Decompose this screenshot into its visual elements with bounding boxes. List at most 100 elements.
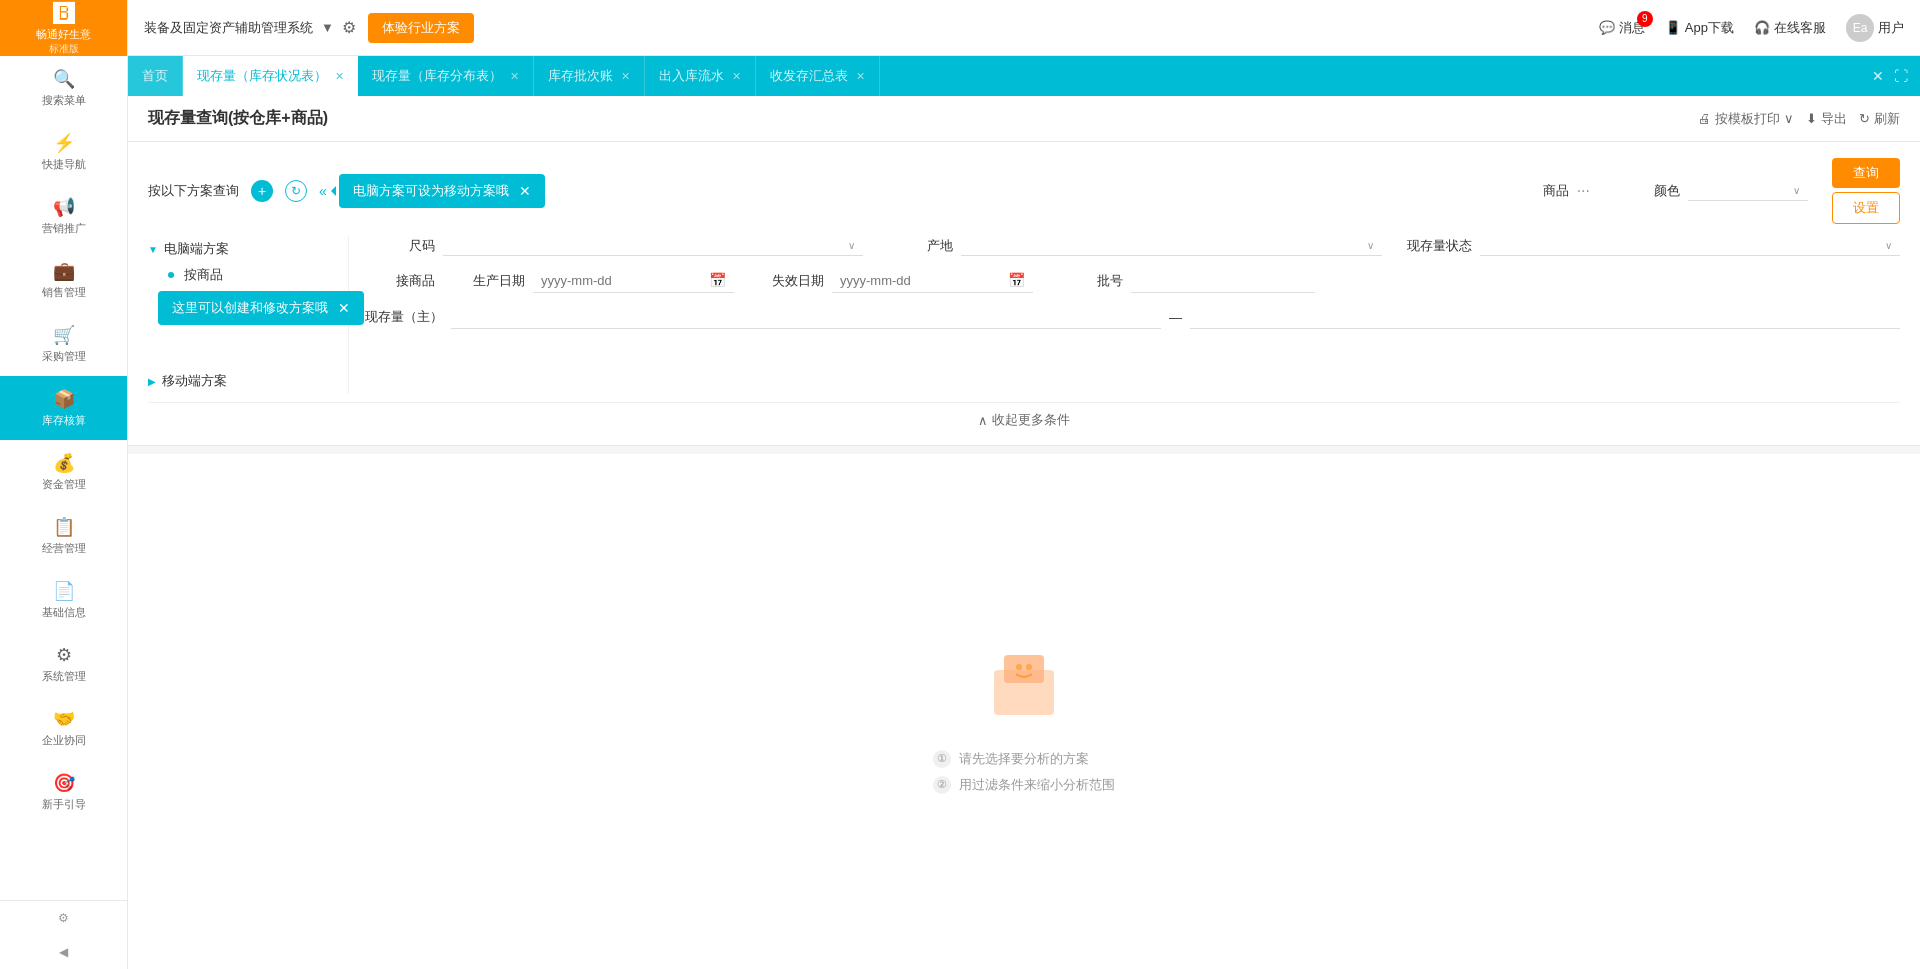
tab-close-icon[interactable]: ✕ <box>510 70 519 83</box>
marketing-icon: 📢 <box>53 196 75 218</box>
sidebar-settings[interactable]: ⚙ <box>0 901 127 935</box>
product-dots[interactable]: ··· <box>1577 182 1590 200</box>
stock-main-min-input[interactable] <box>451 305 1161 329</box>
tab-home[interactable]: 首页 <box>128 56 183 96</box>
calendar-icon[interactable]: 📅 <box>1008 272 1025 288</box>
filter-size: 尺码 ∨ <box>365 236 863 256</box>
filter-body: ▼ 电脑端方案 按商品 这里可以创建和修改方案哦 ✕ <box>148 236 1900 394</box>
expire-date-input[interactable] <box>840 273 1008 288</box>
empty-hint-2: ② 用过滤条件来缩小分析范围 <box>933 776 1115 794</box>
gear-icon[interactable]: ⚙ <box>342 18 356 37</box>
calendar-icon[interactable]: 📅 <box>709 272 726 288</box>
color-label: 颜色 <box>1610 182 1680 200</box>
sidebar-item-search[interactable]: 🔍 搜索菜单 <box>0 56 127 120</box>
scheme-node-pc[interactable]: ▼ 电脑端方案 <box>148 236 348 262</box>
tooltip-create-scheme: 这里可以创建和修改方案哦 ✕ <box>158 291 364 325</box>
tab-flow-label: 出入库流水 <box>659 67 724 85</box>
collapse-label: 收起更多条件 <box>992 411 1070 429</box>
sidebar-item-sales[interactable]: 💼 销售管理 <box>0 248 127 312</box>
message-icon: 💬 <box>1599 20 1615 35</box>
stock-status-select[interactable]: ∨ <box>1480 236 1900 256</box>
tab-batch[interactable]: 库存批次账 ✕ <box>534 56 645 96</box>
filter-label: 按以下方案查询 <box>148 182 239 200</box>
user-button[interactable]: Ea 用户 <box>1846 14 1904 42</box>
tab-close-icon[interactable]: ✕ <box>732 70 741 83</box>
print-icon: 🖨 <box>1698 111 1711 126</box>
tooltip2-close-button[interactable]: ✕ <box>338 300 350 316</box>
sidebar-item-guide[interactable]: 🎯 新手引导 <box>0 760 127 824</box>
svg-rect-1 <box>1004 655 1044 683</box>
batch-input[interactable] <box>1131 269 1315 293</box>
tab-summary[interactable]: 收发存汇总表 ✕ <box>756 56 880 96</box>
close-all-icon[interactable]: ✕ <box>1872 68 1884 84</box>
sidebar-item-inventory[interactable]: 📦 库存核算 <box>0 376 127 440</box>
expire-date-input-wrap[interactable]: 📅 <box>832 268 1033 293</box>
tab-stock-status[interactable]: 现存量（库存状况表） ✕ <box>183 56 358 96</box>
print-button[interactable]: 🖨 按模板打印 ∨ <box>1698 110 1794 128</box>
refresh-icon: ↻ <box>1859 111 1870 126</box>
collapse-button[interactable]: ∧ 收起更多条件 <box>978 411 1070 429</box>
filter-expire-date: 失效日期 📅 <box>754 268 1033 293</box>
tab-close-icon[interactable]: ✕ <box>621 70 630 83</box>
tab-flow[interactable]: 出入库流水 ✕ <box>645 56 756 96</box>
system-dropdown[interactable]: ▼ <box>321 20 334 35</box>
origin-select[interactable]: ∨ <box>961 236 1381 256</box>
app-label: App下载 <box>1685 19 1734 37</box>
inventory-icon: 📦 <box>53 388 75 410</box>
color-select[interactable]: ∨ <box>1688 181 1808 201</box>
refresh-label: 刷新 <box>1874 110 1900 128</box>
sidebar-item-nav[interactable]: ⚡ 快捷导航 <box>0 120 127 184</box>
filter-produce-date: 生产日期 📅 <box>455 268 734 293</box>
solution-button[interactable]: 体验行业方案 <box>368 13 474 43</box>
back-scheme-button[interactable]: « <box>319 183 327 199</box>
app-download-button[interactable]: 📱 App下载 <box>1665 19 1734 37</box>
sidebar-item-system[interactable]: ⚙ 系统管理 <box>0 632 127 696</box>
filter-color: 颜色 ∨ <box>1610 181 1808 201</box>
tooltip2-text: 这里可以创建和修改方案哦 <box>172 299 328 317</box>
produce-date-input-wrap[interactable]: 📅 <box>533 268 734 293</box>
online-service-button[interactable]: 🎧 在线客服 <box>1754 19 1826 37</box>
scheme-subitem[interactable]: 按商品 <box>168 262 348 288</box>
stock-main-max-input[interactable] <box>1190 305 1900 329</box>
sidebar-item-purchase[interactable]: 🛒 采购管理 <box>0 312 127 376</box>
collapse-icon: ◀ <box>59 945 68 959</box>
search-button[interactable]: 查询 <box>1832 158 1900 188</box>
scheme-node-mobile[interactable]: ▶ 移动端方案 <box>148 368 348 394</box>
filter-row3: 接商品 生产日期 📅 失效日期 <box>365 268 1900 293</box>
tab-close-icon[interactable]: ✕ <box>856 70 865 83</box>
sidebar-collapse[interactable]: ◀ <box>0 935 127 969</box>
size-label: 尺码 <box>365 237 435 255</box>
origin-label: 产地 <box>883 237 953 255</box>
message-button[interactable]: 💬 消息 9 <box>1599 19 1645 37</box>
main-area: 装备及固定资产辅助管理系统 ▼ ⚙ 体验行业方案 💬 消息 9 📱 App下载 … <box>128 0 1920 969</box>
tab-stock-dist[interactable]: 现存量（库存分布表） ✕ <box>358 56 534 96</box>
export-icon: ⬇ <box>1806 111 1817 126</box>
sidebar-item-marketing[interactable]: 📢 营销推广 <box>0 184 127 248</box>
sidebar-item-finance[interactable]: 💰 资金管理 <box>0 440 127 504</box>
tab-batch-label: 库存批次账 <box>548 67 613 85</box>
filter-row1: 按以下方案查询 + ↻ « 电脑方案可设为移动方案哦 ✕ 商品 ··· 颜色 <box>148 158 1900 224</box>
refresh-scheme-button[interactable]: ↻ <box>285 180 307 202</box>
message-badge: 9 <box>1637 11 1653 27</box>
sidebar-item-basic[interactable]: 📄 基础信息 <box>0 568 127 632</box>
produce-date-input[interactable] <box>541 273 709 288</box>
tab-close-icon[interactable]: ✕ <box>335 70 344 83</box>
reset-button[interactable]: 设置 <box>1832 192 1900 224</box>
size-select[interactable]: ∨ <box>443 236 863 256</box>
refresh-button[interactable]: ↻ 刷新 <box>1859 110 1900 128</box>
tooltip1-close-button[interactable]: ✕ <box>519 183 531 199</box>
filter-origin: 产地 ∨ <box>883 236 1381 256</box>
sidebar-item-label: 营销推广 <box>42 221 86 236</box>
sidebar-item-label: 基础信息 <box>42 605 86 620</box>
filter-area: 按以下方案查询 + ↻ « 电脑方案可设为移动方案哦 ✕ 商品 ··· 颜色 <box>128 142 1920 446</box>
sidebar-item-collab[interactable]: 🤝 企业协同 <box>0 696 127 760</box>
expand-icon[interactable]: ⛶ <box>1894 68 1908 84</box>
stock-main-label: 现存量（主） <box>365 308 443 326</box>
avatar: Ea <box>1846 14 1874 42</box>
filter-batch: 批号 <box>1053 269 1315 293</box>
add-scheme-button[interactable]: + <box>251 180 273 202</box>
sidebar-item-label: 新手引导 <box>42 797 86 812</box>
sidebar-item-operations[interactable]: 📋 经营管理 <box>0 504 127 568</box>
export-button[interactable]: ⬇ 导出 <box>1806 110 1847 128</box>
filter-fields-area: 尺码 ∨ 产地 ∨ <box>348 236 1900 394</box>
